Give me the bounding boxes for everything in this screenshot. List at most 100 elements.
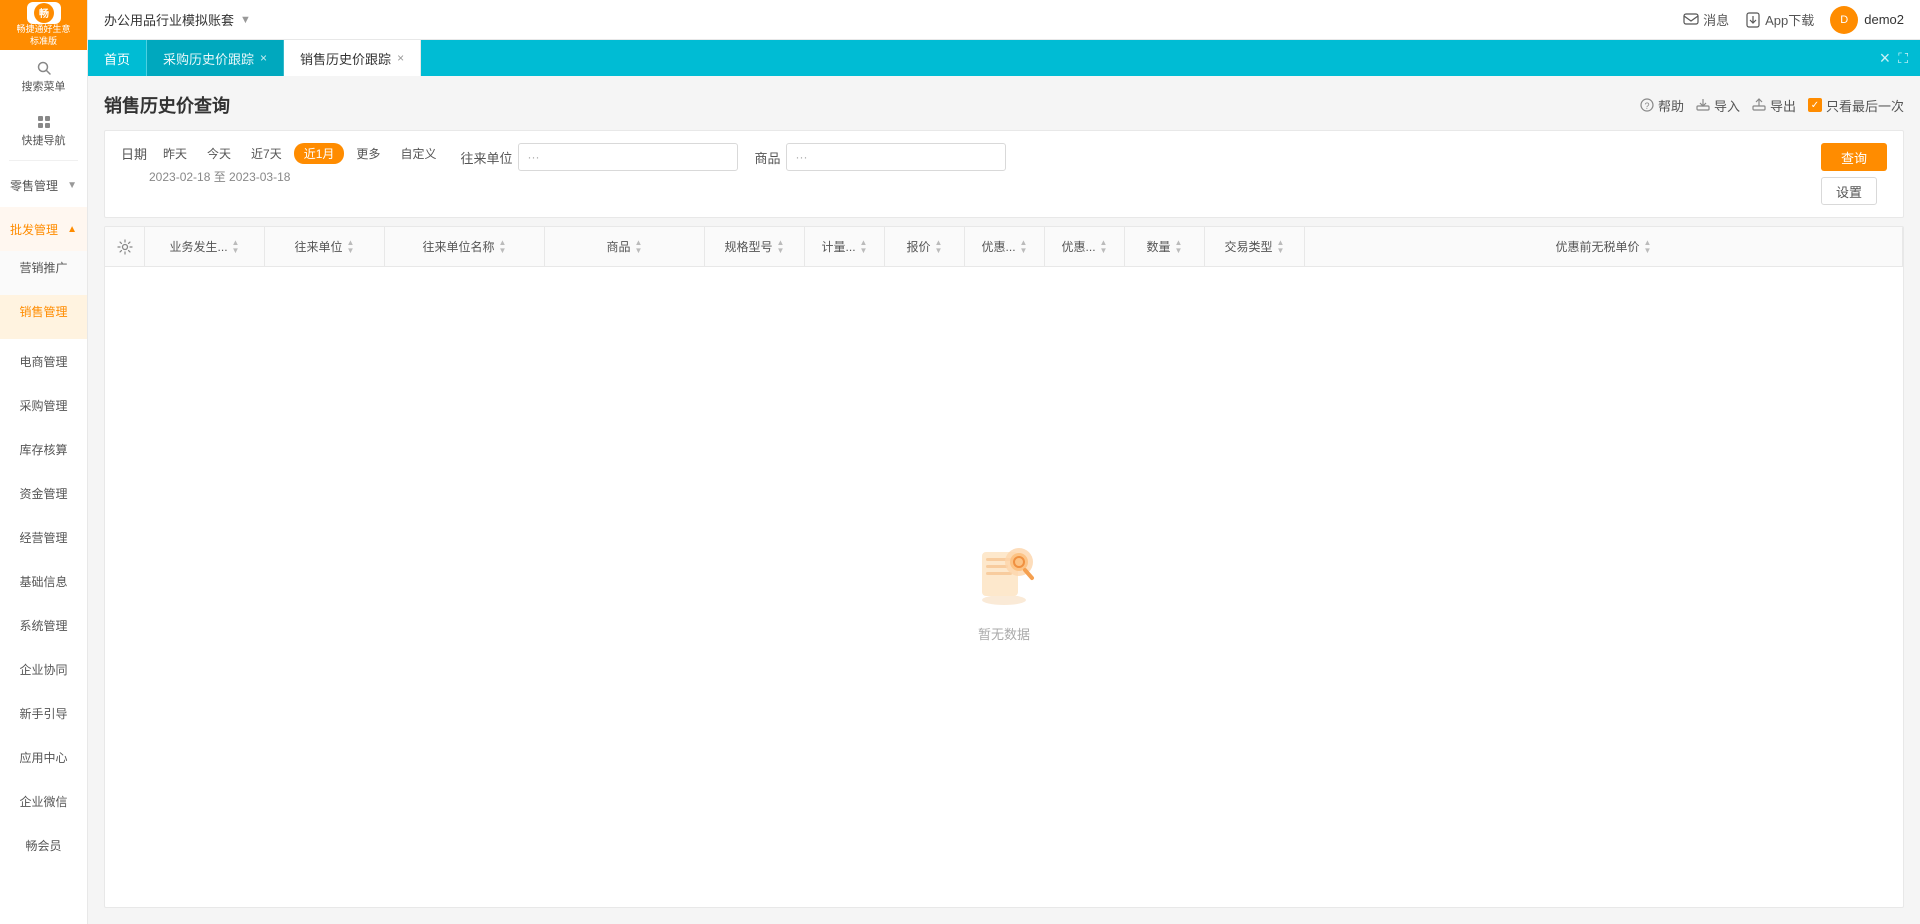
col-biz-date[interactable]: 业务发生... ▲▼ [145,227,265,266]
sort-icon-goods: ▲▼ [635,239,643,253]
sidebar-item-system[interactable]: 系统管理 [0,603,87,647]
date-btn-7days[interactable]: 近7天 [243,143,290,164]
sort-icon-spec: ▲▼ [777,239,785,253]
empty-icon [964,532,1044,612]
sidebar-item-guide[interactable]: 新手引导 [0,691,87,735]
query-button[interactable]: 查询 [1821,143,1887,171]
sort-icon-qty: ▲▼ [1175,239,1183,253]
sort-icon-discount1: ▲▼ [1020,239,1028,253]
partner-filter-input[interactable]: ··· [518,143,738,171]
date-btn-yesterday[interactable]: 昨天 [155,143,195,164]
logo-svg: 畅 [33,2,55,24]
sidebar-item-basic[interactable]: 基础信息 [0,559,87,603]
chevron-down-icon: ▼ [240,14,251,26]
sort-icon-partner-name: ▲▼ [499,239,507,253]
date-filter: 日期 昨天 今天 近7天 近1月 更多 自定义 2023-02-18 至 202… [121,143,444,185]
goods-filter: 商品 ··· [754,143,1006,171]
sort-icon-pretax-price: ▲▼ [1644,239,1652,253]
date-filter-label: 日期 [121,144,147,163]
tab-sales[interactable]: 销售历史价跟踪 × [284,40,421,76]
sidebar-nav: 搜索菜单 快捷导航 零售管理 ▼ 批发管理 ▲ 营销推广 销售管理 电商管理 [0,50,87,924]
sort-icon-biz-date: ▲▼ [232,239,240,253]
export-btn[interactable]: 导出 [1752,96,1796,115]
tab-purchase[interactable]: 采购历史价跟踪 × [147,40,284,76]
col-partner-name[interactable]: 往来单位名称 ▲▼ [385,227,545,266]
goods-filter-input[interactable]: ··· [786,143,1006,171]
svg-text:畅: 畅 [39,7,49,20]
sidebar-item-ecommerce[interactable]: 电商管理 [0,339,87,383]
col-pretax-price[interactable]: 优惠前无税单价 ▲▼ [1305,227,1903,266]
col-unit[interactable]: 计量... ▲▼ [805,227,885,266]
partner-filter: 往来单位 ··· [460,143,738,171]
message-icon [1683,12,1699,28]
settings-button[interactable]: 设置 [1821,177,1877,205]
close-all-tabs-btn[interactable]: × [1880,49,1891,67]
date-btn-today[interactable]: 今天 [199,143,239,164]
date-filter-top: 日期 昨天 今天 近7天 近1月 更多 自定义 [121,143,444,164]
col-discount1[interactable]: 优惠... ▲▼ [965,227,1045,266]
date-range-display: 2023-02-18 至 2023-03-18 [121,168,444,185]
sidebar-item-operation[interactable]: 经营管理 [0,515,87,559]
sidebar-item-retail[interactable]: 零售管理 ▼ [0,163,87,207]
logo-icon: 畅 [27,2,61,24]
user-avatar[interactable]: D demo2 [1830,6,1904,34]
sidebar-divider-1 [9,160,79,161]
sort-icon-partner-code: ▲▼ [347,239,355,253]
col-goods[interactable]: 商品 ▲▼ [545,227,705,266]
date-range-text: 2023-02-18 至 2023-03-18 [149,168,290,185]
sidebar-item-apps[interactable]: 应用中心 [0,735,87,779]
filter-left: 日期 昨天 今天 近7天 近1月 更多 自定义 2023-02-18 至 202… [121,143,1006,185]
tab-purchase-close[interactable]: × [260,51,267,65]
sidebar-item-purchase[interactable]: 采购管理 [0,383,87,427]
gear-icon [117,239,133,255]
sort-icon-trade-type: ▲▼ [1277,239,1285,253]
sidebar-item-finance[interactable]: 资金管理 [0,471,87,515]
sidebar-item-enterprise[interactable]: 企业协同 [0,647,87,691]
sort-icon-unit: ▲▼ [860,239,868,253]
sidebar-item-wechat[interactable]: 企业微信 [0,779,87,823]
message-btn[interactable]: 消息 [1683,10,1729,29]
sidebar-item-marketing[interactable]: 营销推广 [0,251,87,295]
import-btn[interactable]: 导入 [1696,96,1740,115]
download-icon [1745,12,1761,28]
retail-expand-icon: ▼ [67,180,77,191]
wholesale-expand-icon: ▲ [67,224,77,235]
sidebar-item-wholesale[interactable]: 批发管理 ▲ [0,207,87,251]
filter-area: 日期 昨天 今天 近7天 近1月 更多 自定义 2023-02-18 至 202… [104,130,1904,218]
table-header: 业务发生... ▲▼ 往来单位 ▲▼ 往来单位名称 ▲▼ 商品 ▲▼ 规格型号 [105,227,1903,267]
app-download-btn[interactable]: App下载 [1745,10,1814,29]
col-partner-code[interactable]: 往来单位 ▲▼ [265,227,385,266]
help-icon: ? [1640,98,1654,112]
col-discount2[interactable]: 优惠... ▲▼ [1045,227,1125,266]
empty-state: 暂无数据 [105,267,1903,907]
col-trade-type[interactable]: 交易类型 ▲▼ [1205,227,1305,266]
col-qty[interactable]: 数量 ▲▼ [1125,227,1205,266]
date-btn-1month[interactable]: 近1月 [294,143,345,164]
filter-right: 查询 设置 [1821,143,1887,205]
tab-bar-actions: × ⛶ [1868,49,1920,67]
header-actions: 消息 App下载 D demo2 [1683,6,1904,34]
page-content: 销售历史价查询 ? 帮助 导入 导出 ✓ 只看最后一次 [88,76,1920,924]
tab-sales-close[interactable]: × [397,51,404,65]
col-quote[interactable]: 报价 ▲▼ [885,227,965,266]
maximize-btn[interactable]: ⛶ [1898,50,1908,67]
sidebar-item-stock[interactable]: 库存核算 [0,427,87,471]
filter-row: 日期 昨天 今天 近7天 近1月 更多 自定义 2023-02-18 至 202… [121,143,1887,205]
sidebar-item-quick[interactable]: 快捷导航 [0,104,87,158]
goods-filter-label: 商品 [754,148,780,167]
date-btn-custom[interactable]: 自定义 [392,143,444,164]
app-selector[interactable]: 办公用品行业模拟账套 ▼ [104,10,251,29]
sidebar-item-sales-mgr[interactable]: 销售管理 [0,295,87,339]
only-last-checkbox-label[interactable]: ✓ 只看最后一次 [1808,96,1904,115]
col-gear[interactable] [105,227,145,266]
sidebar-item-member[interactable]: 畅会员 [0,823,87,867]
app-name-label: 畅捷通好生意 标准版 [16,24,70,47]
sidebar-item-search[interactable]: 搜索菜单 [0,50,87,104]
wholesale-submenu: 营销推广 销售管理 [0,251,87,339]
sidebar: 畅 畅捷通好生意 标准版 搜索菜单 快捷导航 零售管理 ▼ 批发管理 ▲ 营销推… [0,0,88,924]
help-btn[interactable]: ? 帮助 [1640,96,1684,115]
only-last-checkbox[interactable]: ✓ [1808,98,1822,112]
tab-home[interactable]: 首页 [88,40,147,76]
date-btn-more[interactable]: 更多 [348,143,388,164]
col-spec[interactable]: 规格型号 ▲▼ [705,227,805,266]
